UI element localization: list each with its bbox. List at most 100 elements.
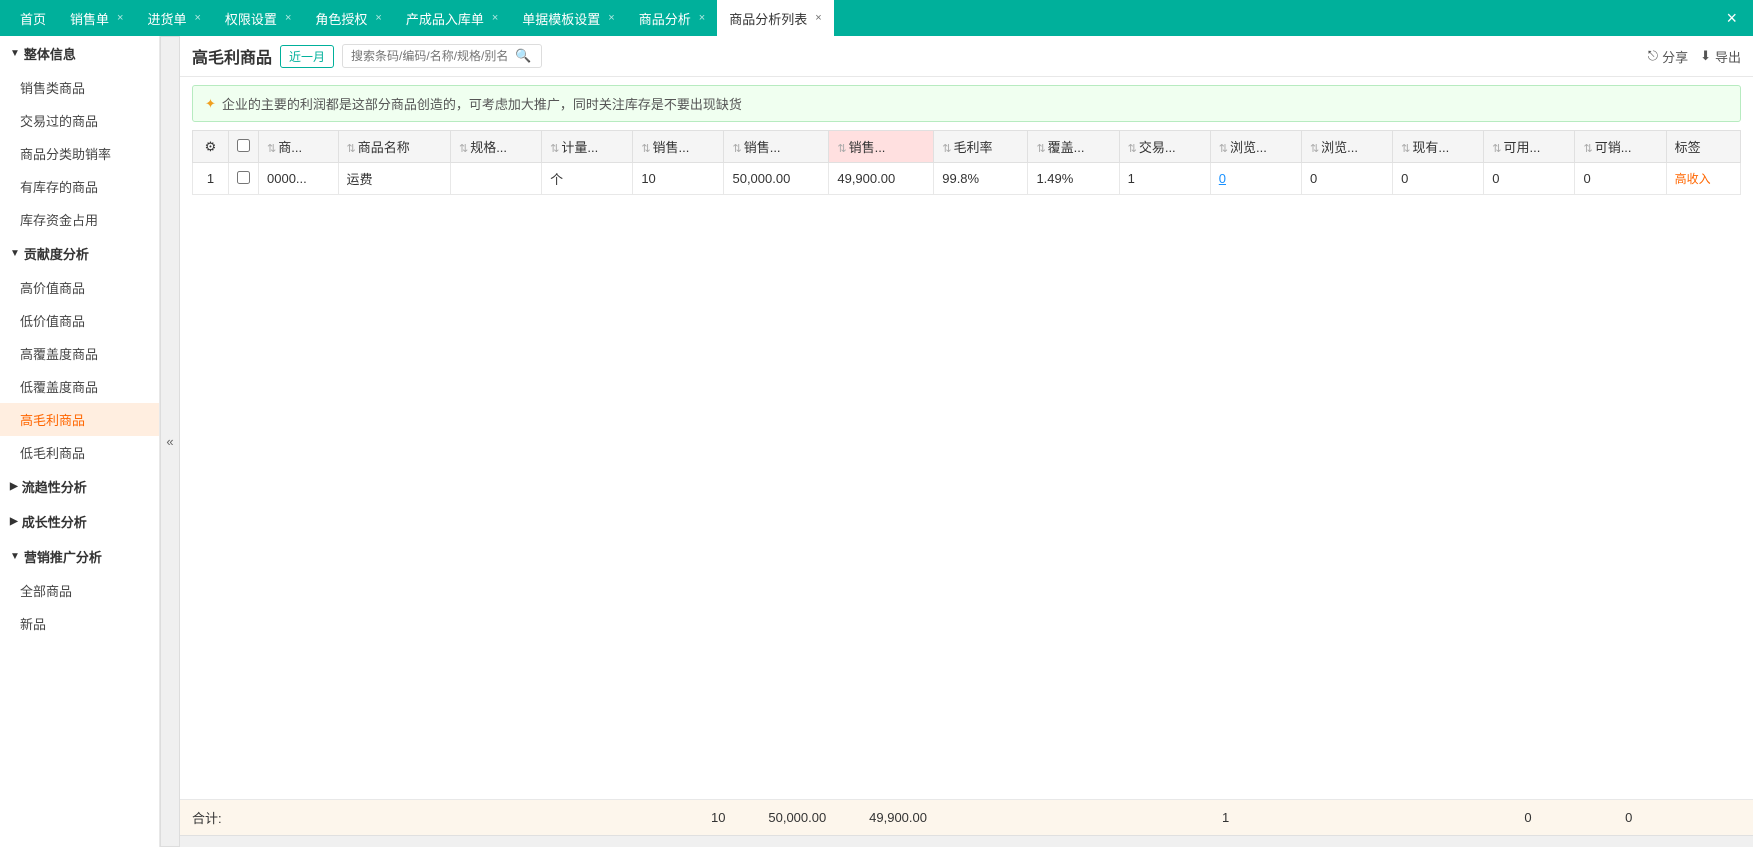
data-table-wrapper[interactable]: ⚙ ⇅商... ⇅商品名称 ⇅规格... ⇅计量... ⇅销售... ⇅销售..… <box>192 130 1741 799</box>
export-button[interactable]: ⬇ 导出 <box>1700 47 1741 66</box>
info-banner: ✦ 企业的主要的利润都是这部分商品创造的，可考虑加大推广，同时关注库存是不要出现… <box>192 85 1741 122</box>
nav-item-purchase[interactable]: 进货单 × <box>135 0 212 36</box>
col-transaction[interactable]: ⇅交易... <box>1119 131 1210 163</box>
col-tag[interactable]: 标签 <box>1666 131 1740 163</box>
cell-browse1[interactable]: 0 <box>1210 163 1301 195</box>
sidebar-item-high-margin[interactable]: 高毛利商品 <box>0 403 159 436</box>
sidebar-item-traded-products[interactable]: 交易过的商品 <box>0 104 159 137</box>
nav-label-analysis-list: 商品分析列表 <box>729 9 807 28</box>
nav-item-analysis-list[interactable]: 商品分析列表 × <box>717 0 833 36</box>
col-coverage[interactable]: ⇅覆盖... <box>1028 131 1119 163</box>
collapse-arrow-icon: ▼ <box>10 248 20 259</box>
cell-coverage: 1.49% <box>1028 163 1119 195</box>
sidebar-item-in-stock[interactable]: 有库存的商品 <box>0 170 159 203</box>
col-spec[interactable]: ⇅规格... <box>450 131 541 163</box>
close-icon[interactable]: × <box>194 12 200 24</box>
cell-spec <box>450 163 541 195</box>
col-checkbox[interactable] <box>229 131 259 163</box>
nav-label-roles: 角色授权 <box>315 9 367 28</box>
row-checkbox[interactable] <box>237 171 250 184</box>
horizontal-scrollbar[interactable] <box>180 835 1753 847</box>
close-all-button[interactable]: × <box>1718 8 1745 29</box>
search-input[interactable] <box>351 49 511 63</box>
main-layout: ▼ 整体信息 销售类商品 交易过的商品 商品分类助销率 有库存的商品 库存资金占… <box>0 36 1753 847</box>
sidebar-item-high-value[interactable]: 高价值商品 <box>0 271 159 304</box>
sidebar-item-stock-capital[interactable]: 库存资金占用 <box>0 203 159 236</box>
col-sales-profit[interactable]: ⇅销售... <box>829 131 934 163</box>
close-icon[interactable]: × <box>608 12 614 24</box>
select-all-checkbox[interactable] <box>237 139 250 152</box>
cell-saleable: 0 <box>1575 163 1666 195</box>
nav-label-product-analysis: 商品分析 <box>639 9 691 28</box>
footer-sales-qty: 10 <box>633 810 734 825</box>
close-icon[interactable]: × <box>492 12 498 24</box>
cell-available: 0 <box>1484 163 1575 195</box>
nav-item-permissions[interactable]: 权限设置 × <box>213 0 303 36</box>
top-navigation: 首页 销售单 × 进货单 × 权限设置 × 角色授权 × 产成品入库单 × 单据… <box>0 0 1753 36</box>
nav-item-sales[interactable]: 销售单 × <box>58 0 135 36</box>
sidebar-section-overall[interactable]: ▼ 整体信息 <box>0 36 159 71</box>
nav-item-template[interactable]: 单据模板设置 × <box>510 0 626 36</box>
col-name[interactable]: ⇅商品名称 <box>338 131 450 163</box>
footer-empty-2 <box>330 810 431 825</box>
sidebar-item-low-value[interactable]: 低价值商品 <box>0 304 159 337</box>
collapse-arrow-icon: ▼ <box>10 551 20 562</box>
col-saleable[interactable]: ⇅可销... <box>1575 131 1666 163</box>
table-row: 1 0000... 运费 个 10 50,000.00 49,900.00 99… <box>193 163 1741 195</box>
col-sales-qty[interactable]: ⇅销售... <box>633 131 724 163</box>
cell-checkbox[interactable] <box>229 163 259 195</box>
footer-totals: 合计: 10 50,000.00 49,900.00 1 0 0 <box>180 799 1753 835</box>
sidebar-section-marketing[interactable]: ▼ 营销推广分析 <box>0 539 159 574</box>
cell-code: 0000... <box>259 163 339 195</box>
sidebar-item-low-coverage[interactable]: 低覆盖度商品 <box>0 370 159 403</box>
col-browse2[interactable]: ⇅浏览... <box>1301 131 1392 163</box>
nav-item-roles[interactable]: 角色授权 × <box>303 0 393 36</box>
sidebar-item-all-products[interactable]: 全部商品 <box>0 574 159 607</box>
sidebar-section-trend[interactable]: ▶ 流趋性分析 <box>0 469 159 504</box>
col-browse1[interactable]: ⇅浏览... <box>1210 131 1301 163</box>
cell-row-num: 1 <box>193 163 229 195</box>
nav-label-purchase: 进货单 <box>147 9 186 28</box>
export-icon: ⬇ <box>1700 48 1711 64</box>
sidebar-item-new-products[interactable]: 新品 <box>0 607 159 640</box>
sidebar-item-low-margin[interactable]: 低毛利商品 <box>0 436 159 469</box>
sidebar-item-sales-products[interactable]: 销售类商品 <box>0 71 159 104</box>
close-icon[interactable]: × <box>375 12 381 24</box>
sidebar-section-overall-label: 整体信息 <box>24 44 76 63</box>
col-sales-amount[interactable]: ⇅销售... <box>724 131 829 163</box>
close-icon[interactable]: × <box>285 12 291 24</box>
col-code[interactable]: ⇅商... <box>259 131 339 163</box>
nav-item-finished-goods[interactable]: 产成品入库单 × <box>394 0 510 36</box>
col-settings[interactable]: ⚙ <box>193 131 229 163</box>
footer-gross-margin <box>935 810 1036 825</box>
sidebar-section-growth[interactable]: ▶ 成长性分析 <box>0 504 159 539</box>
cell-current-stock: 0 <box>1393 163 1484 195</box>
col-unit[interactable]: ⇅计量... <box>542 131 633 163</box>
table-header-row: ⚙ ⇅商... ⇅商品名称 ⇅规格... ⇅计量... ⇅销售... ⇅销售..… <box>193 131 1741 163</box>
footer-available: 0 <box>1540 810 1641 825</box>
data-table: ⚙ ⇅商... ⇅商品名称 ⇅规格... ⇅计量... ⇅销售... ⇅销售..… <box>192 130 1741 195</box>
footer-label: 合计: <box>192 808 222 827</box>
col-gross-margin[interactable]: ⇅毛利率 <box>934 131 1028 163</box>
page-title: 高毛利商品 <box>192 44 272 68</box>
col-current-stock[interactable]: ⇅现有... <box>1393 131 1484 163</box>
sidebar-item-high-coverage[interactable]: 高覆盖度商品 <box>0 337 159 370</box>
collapse-arrow-icon: ▶ <box>10 481 18 492</box>
content-header: 高毛利商品 近一月 🔍 ⎋ 分享 ⬇ 导出 <box>180 36 1753 77</box>
nav-item-home[interactable]: 首页 <box>8 0 58 36</box>
content-area: 高毛利商品 近一月 🔍 ⎋ 分享 ⬇ 导出 ✦ 企业的主要的利润都是这部分商品创… <box>180 36 1753 847</box>
sidebar-item-category-assist[interactable]: 商品分类助销率 <box>0 137 159 170</box>
close-icon[interactable]: × <box>699 12 705 24</box>
search-icon[interactable]: 🔍 <box>515 48 531 64</box>
sidebar-collapse-button[interactable]: « <box>160 36 180 847</box>
nav-item-product-analysis[interactable]: 商品分析 × <box>627 0 717 36</box>
close-icon[interactable]: × <box>815 12 821 24</box>
close-icon[interactable]: × <box>117 12 123 24</box>
sidebar-section-contribution[interactable]: ▼ 贡献度分析 <box>0 236 159 271</box>
cell-sales-qty: 10 <box>633 163 724 195</box>
col-available[interactable]: ⇅可用... <box>1484 131 1575 163</box>
share-button[interactable]: ⎋ 分享 <box>1648 47 1688 66</box>
nav-label-permissions: 权限设置 <box>225 9 277 28</box>
period-button[interactable]: 近一月 <box>280 45 334 68</box>
cell-unit: 个 <box>542 163 633 195</box>
